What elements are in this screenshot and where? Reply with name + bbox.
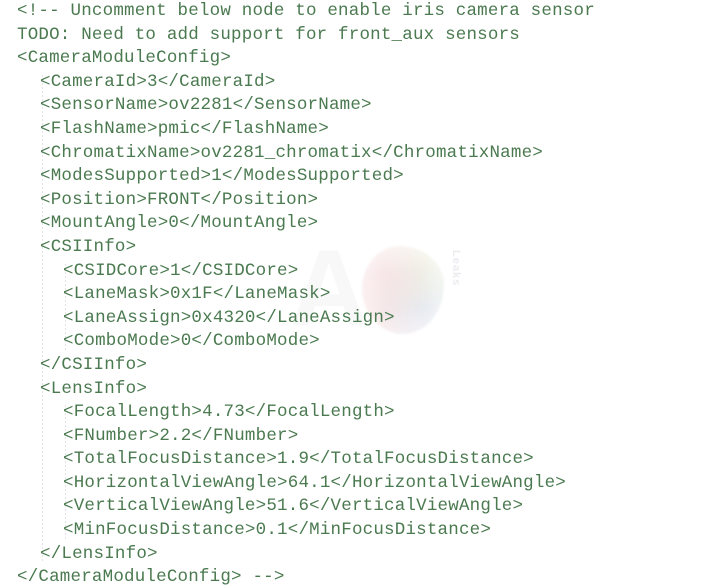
code-line: <FNumber>2.2</FNumber> [0,425,707,449]
code-line: <VerticalViewAngle>51.6</VerticalViewAng… [0,495,707,519]
code-line-text: <SensorName>ov2281</SensorName> [40,95,372,116]
code-line-list: <!-- Uncomment below node to enable iris… [0,0,707,585]
code-line: <FlashName>pmic</FlashName> [0,118,707,142]
code-line: <LaneMask>0x1F</LaneMask> [0,283,707,307]
code-line-text: <LaneAssign>0x4320</LaneAssign> [63,307,395,328]
code-line-text: <TotalFocusDistance>1.9</TotalFocusDista… [63,449,534,470]
code-line: <CameraId>3</CameraId> [0,71,707,95]
code-line-text: <MountAngle>0</MountAngle> [40,213,319,234]
code-line-text: <FlashName>pmic</FlashName> [40,118,329,139]
code-line: <MinFocusDistance>0.1</MinFocusDistance> [0,519,707,543]
code-line-text: <CSIInfo> [40,236,137,257]
code-line: <ModesSupported>1</ModesSupported> [0,165,707,189]
code-line: </CSIInfo> [0,354,707,378]
code-line-text: <CSIDCore>1</CSIDCore> [63,260,299,281]
code-line-text: <FocalLength>4.73</FocalLength> [63,402,395,423]
code-line-text: <MinFocusDistance>0.1</MinFocusDistance> [63,520,492,541]
code-line: </LensInfo> [0,543,707,567]
code-line-text: <ComboMode>0</ComboMode> [63,331,320,352]
code-line: <LaneAssign>0x4320</LaneAssign> [0,307,707,331]
code-line-text: TODO: Need to add support for front_aux … [17,24,520,45]
code-line: <ChromatixName>ov2281_chromatix</Chromat… [0,142,707,166]
code-line-text: <HorizontalViewAngle>64.1</HorizontalVie… [63,472,566,493]
code-line-text: <CameraModuleConfig> [17,48,232,69]
code-line-text: <CameraId>3</CameraId> [40,71,276,92]
code-viewer: A Leaks <!-- Uncomment below node to ena… [0,0,707,585]
code-line: <ComboMode>0</ComboMode> [0,330,707,354]
code-line: <HorizontalViewAngle>64.1</HorizontalVie… [0,472,707,496]
code-line: <TotalFocusDistance>1.9</TotalFocusDista… [0,448,707,472]
code-line-text: <ChromatixName>ov2281_chromatix</Chromat… [40,142,543,163]
code-line-text: <FNumber>2.2</FNumber> [63,425,299,446]
code-line-text: <LaneMask>0x1F</LaneMask> [63,284,331,305]
code-line: <Position>FRONT</Position> [0,189,707,213]
code-line: <!-- Uncomment below node to enable iris… [0,0,707,24]
code-line: TODO: Need to add support for front_aux … [0,24,707,48]
code-line-text: </CSIInfo> [40,354,148,375]
code-line: <LensInfo> [0,378,707,402]
code-line: <CSIInfo> [0,236,707,260]
code-line: <FocalLength>4.73</FocalLength> [0,401,707,425]
code-line-text: </LensInfo> [40,543,158,564]
code-line: <MountAngle>0</MountAngle> [0,212,707,236]
code-line: <SensorName>ov2281</SensorName> [0,94,707,118]
code-line-text: <VerticalViewAngle>51.6</VerticalViewAng… [63,496,524,517]
code-line-text: </CameraModuleConfig> --> [17,567,285,585]
code-line-text: <!-- Uncomment below node to enable iris… [17,1,595,21]
code-line-text: <Position>FRONT</Position> [40,189,319,210]
code-line: <CameraModuleConfig> [0,47,707,71]
code-line-text: <ModesSupported>1</ModesSupported> [40,166,404,187]
code-line-text: <LensInfo> [40,378,148,399]
code-line: </CameraModuleConfig> --> [0,566,707,585]
code-line: <CSIDCore>1</CSIDCore> [0,260,707,284]
